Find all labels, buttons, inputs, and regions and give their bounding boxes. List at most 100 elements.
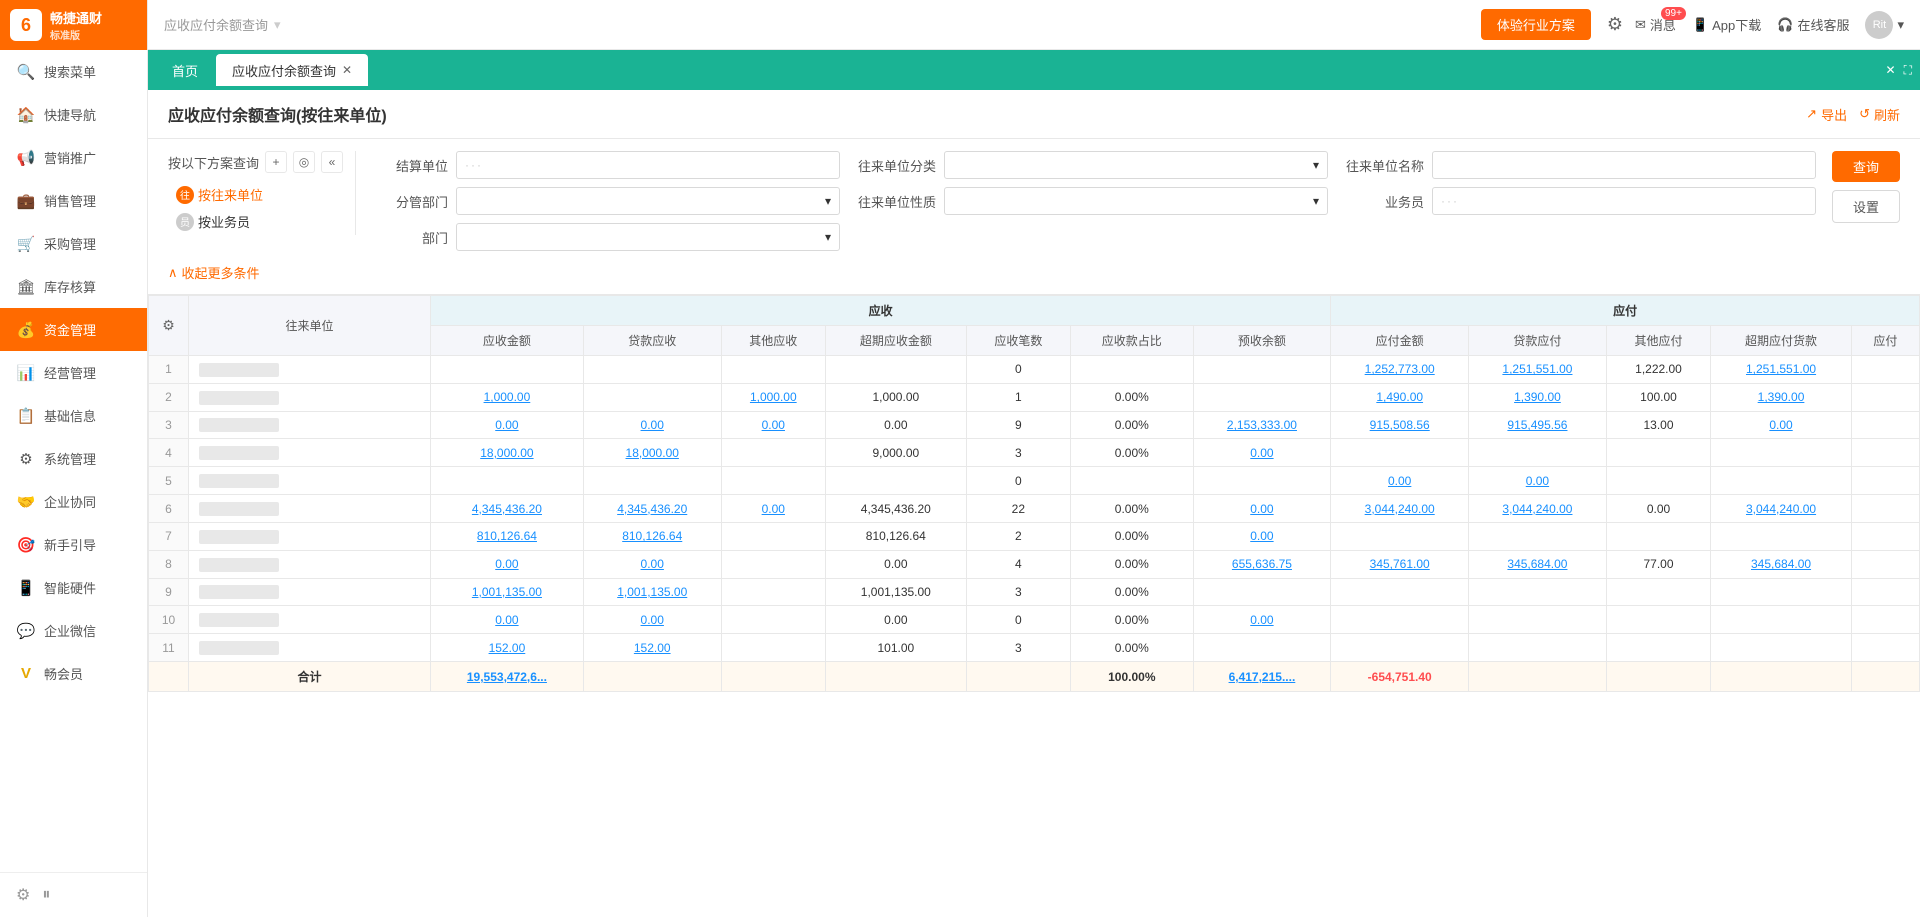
- table-cell[interactable]: 655,636.75: [1193, 550, 1331, 578]
- sidebar-item-purchase[interactable]: 🛒 采购管理: [0, 222, 147, 265]
- table-cell[interactable]: [1469, 578, 1607, 606]
- table-cell[interactable]: 1,000.00: [430, 383, 583, 411]
- sidebar-collapse-button[interactable]: ⏸: [42, 886, 50, 904]
- table-cell[interactable]: [1711, 606, 1852, 634]
- sidebar-settings-button[interactable]: ⚙: [16, 885, 30, 905]
- sidebar-item-corp-wechat[interactable]: 💬 企业微信: [0, 609, 147, 652]
- table-cell[interactable]: 0.00: [430, 550, 583, 578]
- table-cell[interactable]: 0.00: [1469, 467, 1607, 495]
- gear-button[interactable]: ⚙: [1607, 14, 1623, 35]
- sidebar-item-operations[interactable]: 📊 经营管理: [0, 351, 147, 394]
- sidebar-item-system[interactable]: ⚙ 系统管理: [0, 437, 147, 480]
- collapse-more-button[interactable]: ∧ 收起更多条件: [168, 263, 1900, 282]
- table-cell[interactable]: [1193, 383, 1331, 411]
- sidebar-item-inventory[interactable]: 🏛 库存核算: [0, 265, 147, 308]
- table-cell[interactable]: 0.00: [1711, 411, 1852, 439]
- table-cell[interactable]: [430, 467, 583, 495]
- table-cell[interactable]: 0.00: [1193, 495, 1331, 523]
- sidebar-item-basic-info[interactable]: 📋 基础信息: [0, 394, 147, 437]
- table-cell[interactable]: 3,044,240.00: [1331, 495, 1469, 523]
- table-cell[interactable]: 1,390.00: [1469, 383, 1607, 411]
- table-cell[interactable]: 0.00: [430, 606, 583, 634]
- table-cell[interactable]: [1711, 578, 1852, 606]
- table-cell[interactable]: 1,390.00: [1711, 383, 1852, 411]
- table-cell[interactable]: 0.00: [721, 411, 825, 439]
- table-cell[interactable]: 152.00: [430, 634, 583, 662]
- table-cell[interactable]: 1,001,135.00: [430, 578, 583, 606]
- sidebar-item-starter[interactable]: 🎯 新手引导: [0, 523, 147, 566]
- filter-target-button[interactable]: ◎: [293, 151, 315, 173]
- table-cell[interactable]: 0.00: [1193, 606, 1331, 634]
- table-cell[interactable]: 345,761.00: [1331, 550, 1469, 578]
- user-area[interactable]: Rit ▾: [1865, 11, 1904, 39]
- table-cell[interactable]: 0.00: [583, 411, 721, 439]
- table-cell[interactable]: 1,001,135.00: [583, 578, 721, 606]
- setting-button[interactable]: 设置: [1832, 190, 1900, 223]
- table-cell[interactable]: 915,508.56: [1331, 411, 1469, 439]
- sidebar-item-corp-collab[interactable]: 🤝 企业协同: [0, 480, 147, 523]
- query-button[interactable]: 查询: [1832, 151, 1900, 182]
- filter-collapse-button[interactable]: «: [321, 151, 343, 173]
- table-cell[interactable]: 1,252,773.00: [1331, 356, 1469, 384]
- partner-nature-input[interactable]: ▾: [944, 187, 1328, 215]
- table-cell[interactable]: [721, 439, 825, 467]
- table-cell[interactable]: [1469, 606, 1607, 634]
- table-cell[interactable]: [721, 550, 825, 578]
- table-cell[interactable]: 345,684.00: [1711, 550, 1852, 578]
- footer-ar-prepay[interactable]: 6,417,215....: [1193, 662, 1331, 692]
- sidebar-item-finance[interactable]: 💰 资金管理: [0, 308, 147, 351]
- sidebar-item-sales[interactable]: 💼 销售管理: [0, 179, 147, 222]
- app-download-button[interactable]: 📱 App下载: [1692, 15, 1761, 34]
- export-button[interactable]: ↗ 导出: [1806, 105, 1847, 124]
- sidebar-item-quick-nav[interactable]: 🏠 快捷导航: [0, 93, 147, 136]
- refresh-button[interactable]: ↺ 刷新: [1859, 105, 1900, 124]
- message-button[interactable]: ✉ 消息 99+: [1635, 15, 1676, 34]
- table-cell[interactable]: [1193, 356, 1331, 384]
- table-cell[interactable]: 915,495.56: [1469, 411, 1607, 439]
- table-cell[interactable]: [721, 606, 825, 634]
- tab-maximize-icon[interactable]: ⛶: [1904, 63, 1912, 78]
- salesperson-input[interactable]: ···: [1432, 187, 1816, 215]
- table-cell[interactable]: 810,126.64: [583, 522, 721, 550]
- table-cell[interactable]: 3,044,240.00: [1469, 495, 1607, 523]
- sidebar-item-member[interactable]: V 畅会员: [0, 652, 147, 695]
- section-dept-input[interactable]: ▾: [456, 223, 840, 251]
- table-cell[interactable]: [1711, 467, 1852, 495]
- table-cell[interactable]: [1331, 522, 1469, 550]
- table-cell[interactable]: [1331, 439, 1469, 467]
- partner-name-input[interactable]: [1432, 151, 1816, 179]
- table-cell[interactable]: 0.00: [1193, 522, 1331, 550]
- solution-button[interactable]: 体验行业方案: [1481, 9, 1591, 40]
- sidebar-item-search-menu[interactable]: 🔍 搜索菜单: [0, 50, 147, 93]
- table-cell[interactable]: [1331, 578, 1469, 606]
- scheme-item-partner[interactable]: 往 按往来单位: [168, 181, 343, 208]
- table-cell[interactable]: [721, 356, 825, 384]
- table-settings-icon[interactable]: ⚙: [162, 317, 175, 333]
- table-cell[interactable]: [1711, 522, 1852, 550]
- table-cell[interactable]: [1469, 522, 1607, 550]
- table-cell[interactable]: 1,490.00: [1331, 383, 1469, 411]
- table-cell[interactable]: 810,126.64: [430, 522, 583, 550]
- table-cell[interactable]: 152.00: [583, 634, 721, 662]
- sidebar-item-marketing[interactable]: 📢 营销推广: [0, 136, 147, 179]
- table-cell[interactable]: 1,000.00: [721, 383, 825, 411]
- scheme-item-salesperson[interactable]: 员 按业务员: [168, 208, 343, 235]
- table-cell[interactable]: [430, 356, 583, 384]
- table-cell[interactable]: [1711, 439, 1852, 467]
- table-settings-header[interactable]: ⚙: [149, 296, 189, 356]
- table-cell[interactable]: [1193, 578, 1331, 606]
- table-cell[interactable]: 1,251,551.00: [1711, 356, 1852, 384]
- table-cell[interactable]: [583, 356, 721, 384]
- table-cell[interactable]: [1469, 439, 1607, 467]
- table-cell[interactable]: [583, 467, 721, 495]
- table-cell[interactable]: [721, 467, 825, 495]
- online-service-button[interactable]: 🎧 在线客服: [1777, 15, 1849, 34]
- table-cell[interactable]: 0.00: [583, 550, 721, 578]
- table-cell[interactable]: [1331, 606, 1469, 634]
- tab-close-window-icon[interactable]: ✕: [1886, 63, 1896, 77]
- footer-ar-amount[interactable]: 19,553,472,6...: [430, 662, 583, 692]
- table-cell[interactable]: 18,000.00: [583, 439, 721, 467]
- table-cell[interactable]: 0.00: [583, 606, 721, 634]
- tab-home[interactable]: 首页: [156, 54, 214, 86]
- table-cell[interactable]: 4,345,436.20: [583, 495, 721, 523]
